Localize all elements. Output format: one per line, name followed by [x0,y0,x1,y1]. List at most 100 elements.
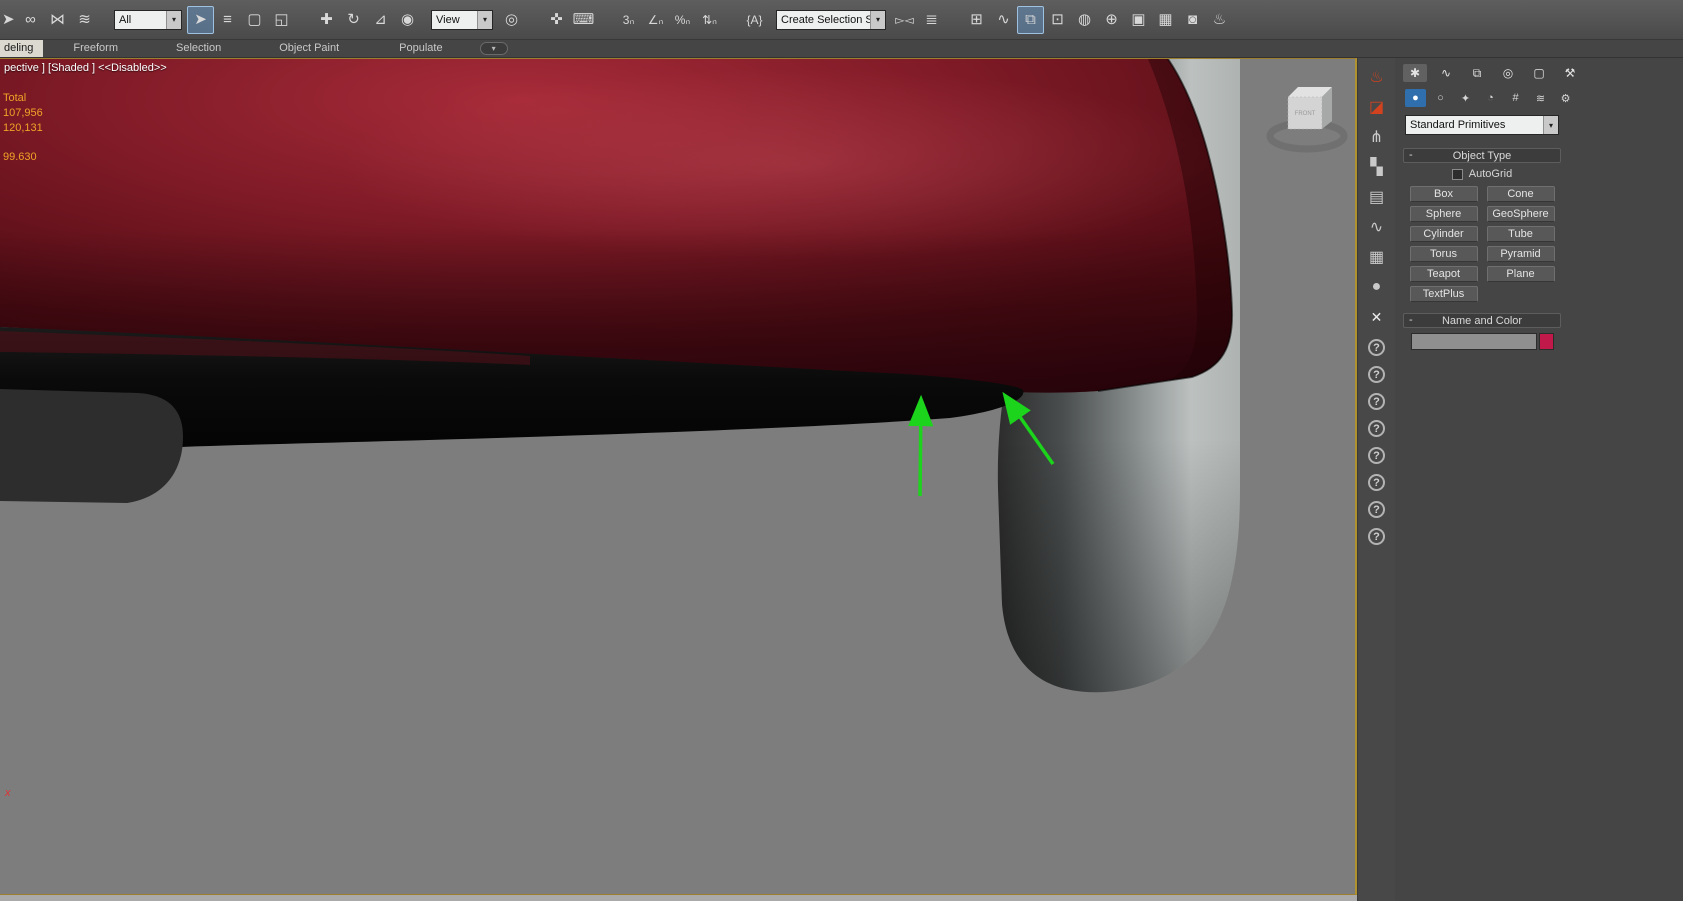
unlink-selection-icon[interactable]: ⋈ [44,6,71,34]
scene-explorer-icon[interactable]: ⊞ [963,6,990,34]
align-icon[interactable]: ≣ [918,6,945,34]
motion-tab-icon[interactable]: ◎ [1496,64,1520,82]
use-pivot-point-center-icon[interactable]: ◎ [498,6,525,34]
ribbon-tab-object-paint[interactable]: Object Paint [269,40,349,57]
primitive-button-torus[interactable]: Torus [1409,246,1478,262]
edit-named-selection-sets-icon[interactable]: {A} [741,6,768,34]
display-tab-icon[interactable]: ▢ [1527,64,1551,82]
hierarchy-tab-icon[interactable]: ⧉ [1465,64,1489,82]
question-mark-icon[interactable]: ? [1368,528,1385,545]
primitive-category-dropdown[interactable]: Standard Primitives ▾ [1405,115,1559,135]
select-and-manipulate-icon[interactable]: ✜ [543,6,570,34]
angle-snap-icon[interactable]: ∠ₙ [642,6,669,34]
question-mark-icon[interactable]: ? [1368,339,1385,356]
percent-snap-icon[interactable]: %ₙ [669,6,696,34]
keyboard-shortcut-override-icon[interactable]: ⌨ [570,6,597,34]
teapot-icon[interactable]: ♨ [1363,64,1391,90]
select-by-name-icon[interactable]: ≡ [214,6,241,34]
render-setup-icon[interactable]: ⊕ [1098,6,1125,34]
schematic-view-icon[interactable]: ⊡ [1044,6,1071,34]
space-warps-category-icon[interactable]: ≋ [1530,89,1551,107]
object-color-swatch[interactable] [1538,333,1554,350]
primitive-button-sphere[interactable]: Sphere [1409,206,1478,222]
object-type-rollout-header[interactable]: - Object Type [1403,148,1561,163]
snaps-toggle-icon[interactable]: 3ₙ [615,6,642,34]
utilities-tab-icon[interactable]: ⚒ [1558,64,1582,82]
primitive-button-textplus[interactable]: TextPlus [1409,286,1478,302]
ribbon-tab-freeform[interactable]: Freeform [63,40,128,57]
question-mark-icon[interactable]: ? [1368,501,1385,518]
ribbon-tab-populate[interactable]: Populate [389,40,452,57]
material-editor-icon[interactable]: ◍ [1071,6,1098,34]
primitive-button-pyramid[interactable]: Pyramid [1486,246,1555,262]
systems-category-icon[interactable]: ⚙ [1555,89,1576,107]
primitive-button-geosphere[interactable]: GeoSphere [1486,206,1555,222]
primitive-category-value: Standard Primitives [1410,119,1506,131]
select-and-link-icon[interactable]: ∞ [17,6,44,34]
stats-value-3: 99.630 [3,151,37,163]
state-sets-icon[interactable]: ▦ [1152,6,1179,34]
lights-category-icon[interactable]: ✦ [1455,89,1476,107]
rollout-title: Object Type [1452,149,1512,162]
autogrid-row: AutoGrid [1403,168,1561,180]
geometry-category-icon[interactable]: ● [1405,89,1426,107]
ribbon-tab-selection[interactable]: Selection [166,40,231,57]
primitive-button-cylinder[interactable]: Cylinder [1409,226,1478,242]
ribbon-toggle-icon[interactable]: ⧉ [1017,5,1044,34]
curves-icon[interactable]: ∿ [1363,214,1391,240]
create-tab-icon[interactable]: ✱ [1403,64,1427,82]
chevron-down-icon: ▾ [166,10,181,29]
rectangular-selection-region-icon[interactable]: ▢ [241,6,268,34]
question-mark-icon[interactable]: ? [1368,474,1385,491]
primitive-button-cone[interactable]: Cone [1486,186,1555,202]
collapse-icon: - [1409,314,1413,326]
collapse-icon: - [1409,149,1413,161]
primitive-button-box[interactable]: Box [1409,186,1478,202]
rendered-frame-window-icon[interactable]: ▣ [1125,6,1152,34]
paint-bucket-icon[interactable]: ◪ [1363,94,1391,120]
ribbon-tab-modeling[interactable]: deling [0,40,44,57]
perspective-viewport[interactable]: FRONT x pective ] [Shaded ] <<Disabled>>… [0,58,1357,895]
name-color-rollout-header[interactable]: - Name and Color [1403,313,1561,328]
chevron-down-icon: ▾ [477,10,492,29]
select-and-place-icon[interactable]: ◉ [394,6,421,34]
checker-icon[interactable]: ▚ [1363,154,1391,180]
spinner-snap-icon[interactable]: ⇅ₙ [696,6,723,34]
ribbon-collapse-button[interactable]: ▾ [479,42,508,55]
selection-filter-dropdown[interactable]: All ▾ [114,9,182,30]
primitive-button-tube[interactable]: Tube [1486,226,1555,242]
window-crossing-toggle-icon[interactable]: ◱ [268,6,295,34]
status-bar-sliver [0,895,1357,901]
named-selection-set-dropdown[interactable]: Create Selection Se ▾ [776,9,886,30]
autogrid-checkbox[interactable] [1451,168,1463,180]
render-flyout-icon[interactable]: ◙ [1179,6,1206,34]
primitive-button-teapot[interactable]: Teapot [1409,266,1478,282]
select-object-icon[interactable]: ➤ [187,5,214,34]
helpers-category-icon[interactable]: # [1505,89,1526,107]
cameras-category-icon[interactable]: ◔ [1480,89,1501,107]
question-mark-icon[interactable]: ? [1368,447,1385,464]
shapes-category-icon[interactable]: ○ [1430,89,1451,107]
reference-coordinate-system-dropdown[interactable]: View ▾ [431,9,493,30]
question-mark-icon[interactable]: ? [1368,420,1385,437]
close-icon[interactable]: ✕ [1363,304,1391,330]
question-mark-icon[interactable]: ? [1368,366,1385,383]
object-name-input[interactable] [1410,333,1537,350]
mirror-icon[interactable]: ▻◅ [891,6,918,34]
question-mark-icon[interactable]: ? [1368,393,1385,410]
layers-icon[interactable]: ▤ [1363,184,1391,210]
modify-tab-icon[interactable]: ∿ [1434,64,1458,82]
select-and-rotate-icon[interactable]: ↻ [340,6,367,34]
viewport-label[interactable]: pective ] [Shaded ] <<Disabled>> [4,62,167,74]
render-production-icon[interactable]: ♨ [1206,6,1233,34]
uv-grid-icon[interactable]: ▦ [1363,244,1391,270]
curve-editor-icon[interactable]: ∿ [990,6,1017,34]
sphere-icon[interactable]: ● [1363,274,1391,300]
command-panel: ✱ ∿ ⧉ ◎ ▢ ⚒ ● ○ ✦ ◔ # ≋ ⚙ Standard Primi… [1395,58,1683,901]
primitive-button-plane[interactable]: Plane [1486,266,1555,282]
cursor-partial-icon[interactable]: ➤ [2,6,17,34]
bind-to-space-warp-icon[interactable]: ≋ [71,6,98,34]
hierarchy-icon[interactable]: ⋔ [1363,124,1391,150]
select-and-scale-icon[interactable]: ⊿ [367,6,394,34]
select-and-move-icon[interactable]: ✚ [313,6,340,34]
